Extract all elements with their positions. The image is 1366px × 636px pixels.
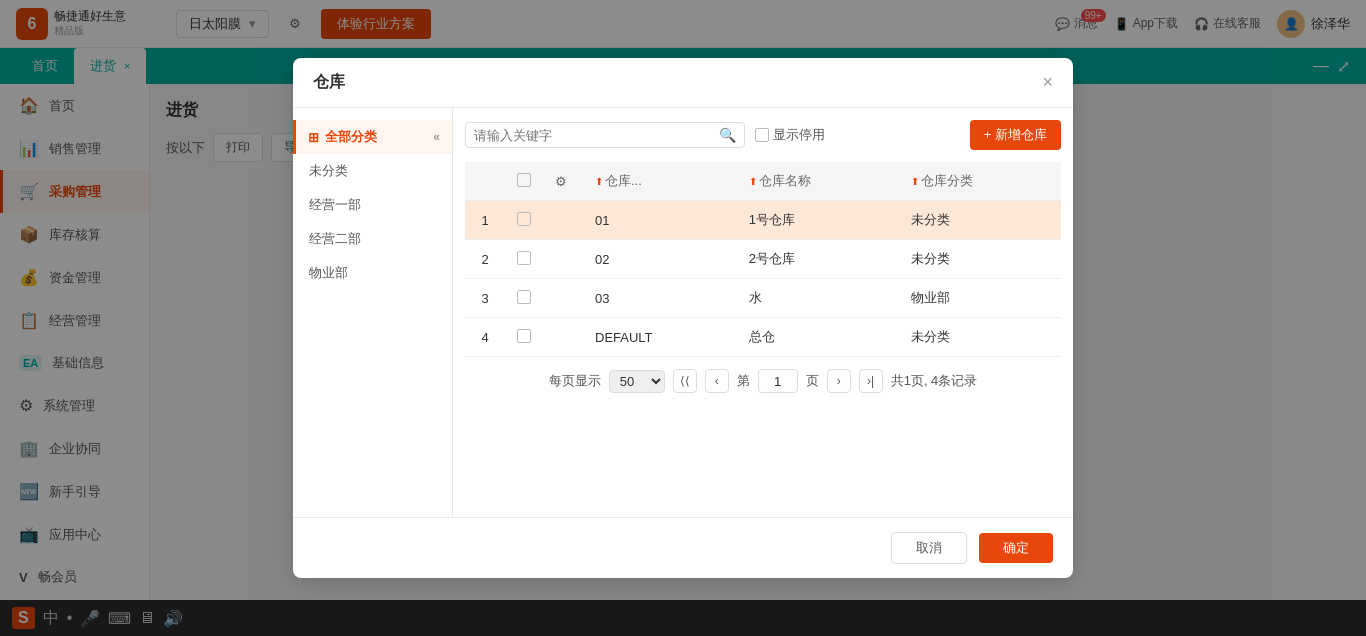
- row-check-1[interactable]: [517, 212, 531, 226]
- category-item-dept2[interactable]: 经营二部: [293, 222, 452, 256]
- row-category: 未分类: [899, 240, 1061, 279]
- row-index: 3: [465, 279, 505, 318]
- th-index: [465, 162, 505, 201]
- th-code: ⬆仓库...: [583, 162, 737, 201]
- th-category: ⬆仓库分类: [899, 162, 1061, 201]
- row-code: 02: [583, 240, 737, 279]
- next-page-btn[interactable]: ›: [827, 369, 851, 393]
- sort-icon-category: ⬆: [911, 176, 919, 187]
- category-sidebar: ⊞ 全部分类 « 未分类 经营一部 经营二部 物业部: [293, 108, 453, 517]
- category-item-dept1[interactable]: 经营一部: [293, 188, 452, 222]
- row-gear: [543, 279, 583, 318]
- modal-header: 仓库 ×: [293, 58, 1073, 108]
- th-name: ⬆仓库名称: [737, 162, 899, 201]
- row-gear: [543, 318, 583, 357]
- table-row[interactable]: 4 DEFAULT 总仓 未分类: [465, 318, 1061, 357]
- table-wrapper: ⚙ ⬆仓库... ⬆仓库名称 ⬆仓库分类: [465, 162, 1061, 357]
- category-item-uncategorized[interactable]: 未分类: [293, 154, 452, 188]
- select-all-checkbox[interactable]: [517, 173, 531, 187]
- row-checkbox[interactable]: [505, 201, 543, 240]
- row-category: 物业部: [899, 279, 1061, 318]
- table-body: 1 01 1号仓库 未分类 2: [465, 201, 1061, 357]
- category-item-property[interactable]: 物业部: [293, 256, 452, 290]
- collapse-icon[interactable]: «: [433, 130, 440, 144]
- row-name: 总仓: [737, 318, 899, 357]
- th-gear: ⚙: [543, 162, 583, 201]
- table-row[interactable]: 1 01 1号仓库 未分类: [465, 201, 1061, 240]
- sort-icon-code: ⬆: [595, 176, 603, 187]
- confirm-button[interactable]: 确定: [979, 533, 1053, 563]
- category-all-label: 全部分类: [325, 128, 377, 146]
- warehouse-table: ⚙ ⬆仓库... ⬆仓库名称 ⬆仓库分类: [465, 162, 1061, 357]
- pagination: 每页显示 50 100 200 ⟨⟨ ‹ 第 页 › ›| 共1页, 4条记录: [465, 357, 1061, 397]
- modal-close-btn[interactable]: ×: [1042, 72, 1053, 93]
- warehouse-modal: 仓库 × ⊞ 全部分类 « 未分类 经营一部 经营二部 物业部: [293, 58, 1073, 578]
- search-box: 🔍: [465, 122, 745, 148]
- row-name: 1号仓库: [737, 201, 899, 240]
- grid-icon: ⊞: [308, 130, 319, 145]
- row-name: 2号仓库: [737, 240, 899, 279]
- row-gear: [543, 201, 583, 240]
- row-check-4[interactable]: [517, 329, 531, 343]
- row-check-3[interactable]: [517, 290, 531, 304]
- category-all-btn[interactable]: ⊞ 全部分类 «: [293, 120, 452, 154]
- cancel-button[interactable]: 取消: [891, 532, 967, 564]
- row-category: 未分类: [899, 201, 1061, 240]
- show-disabled-toggle[interactable]: 显示停用: [755, 126, 825, 144]
- search-input[interactable]: [474, 128, 719, 143]
- per-page-label: 每页显示: [549, 372, 601, 390]
- row-code: DEFAULT: [583, 318, 737, 357]
- page-input[interactable]: [758, 369, 798, 393]
- table-header-row: ⚙ ⬆仓库... ⬆仓库名称 ⬆仓库分类: [465, 162, 1061, 201]
- modal-body: ⊞ 全部分类 « 未分类 经营一部 经营二部 物业部 🔍: [293, 108, 1073, 517]
- row-name: 水: [737, 279, 899, 318]
- show-disabled-checkbox[interactable]: [755, 128, 769, 142]
- row-index: 2: [465, 240, 505, 279]
- table-toolbar: 🔍 显示停用 + 新增仓库: [465, 120, 1061, 150]
- show-disabled-label: 显示停用: [773, 126, 825, 144]
- row-checkbox[interactable]: [505, 318, 543, 357]
- row-index: 4: [465, 318, 505, 357]
- last-page-btn[interactable]: ›|: [859, 369, 883, 393]
- row-index: 1: [465, 201, 505, 240]
- modal-overlay: 仓库 × ⊞ 全部分类 « 未分类 经营一部 经营二部 物业部: [0, 0, 1366, 636]
- table-row[interactable]: 2 02 2号仓库 未分类: [465, 240, 1061, 279]
- row-gear: [543, 240, 583, 279]
- sort-icon-name: ⬆: [749, 176, 757, 187]
- row-code: 03: [583, 279, 737, 318]
- row-check-2[interactable]: [517, 251, 531, 265]
- row-category: 未分类: [899, 318, 1061, 357]
- first-page-btn[interactable]: ⟨⟨: [673, 369, 697, 393]
- table-area: 🔍 显示停用 + 新增仓库: [453, 108, 1073, 517]
- prev-page-btn[interactable]: ‹: [705, 369, 729, 393]
- table-row[interactable]: 3 03 水 物业部: [465, 279, 1061, 318]
- page-unit: 页: [806, 372, 819, 390]
- table-head: ⚙ ⬆仓库... ⬆仓库名称 ⬆仓库分类: [465, 162, 1061, 201]
- row-checkbox[interactable]: [505, 279, 543, 318]
- modal-footer: 取消 确定: [293, 517, 1073, 578]
- add-warehouse-btn[interactable]: + 新增仓库: [970, 120, 1061, 150]
- page-label: 第: [737, 372, 750, 390]
- per-page-select[interactable]: 50 100 200: [609, 370, 665, 393]
- th-check: [505, 162, 543, 201]
- modal-title: 仓库: [313, 72, 345, 93]
- row-checkbox[interactable]: [505, 240, 543, 279]
- search-icon[interactable]: 🔍: [719, 127, 736, 143]
- row-code: 01: [583, 201, 737, 240]
- total-label: 共1页, 4条记录: [891, 372, 978, 390]
